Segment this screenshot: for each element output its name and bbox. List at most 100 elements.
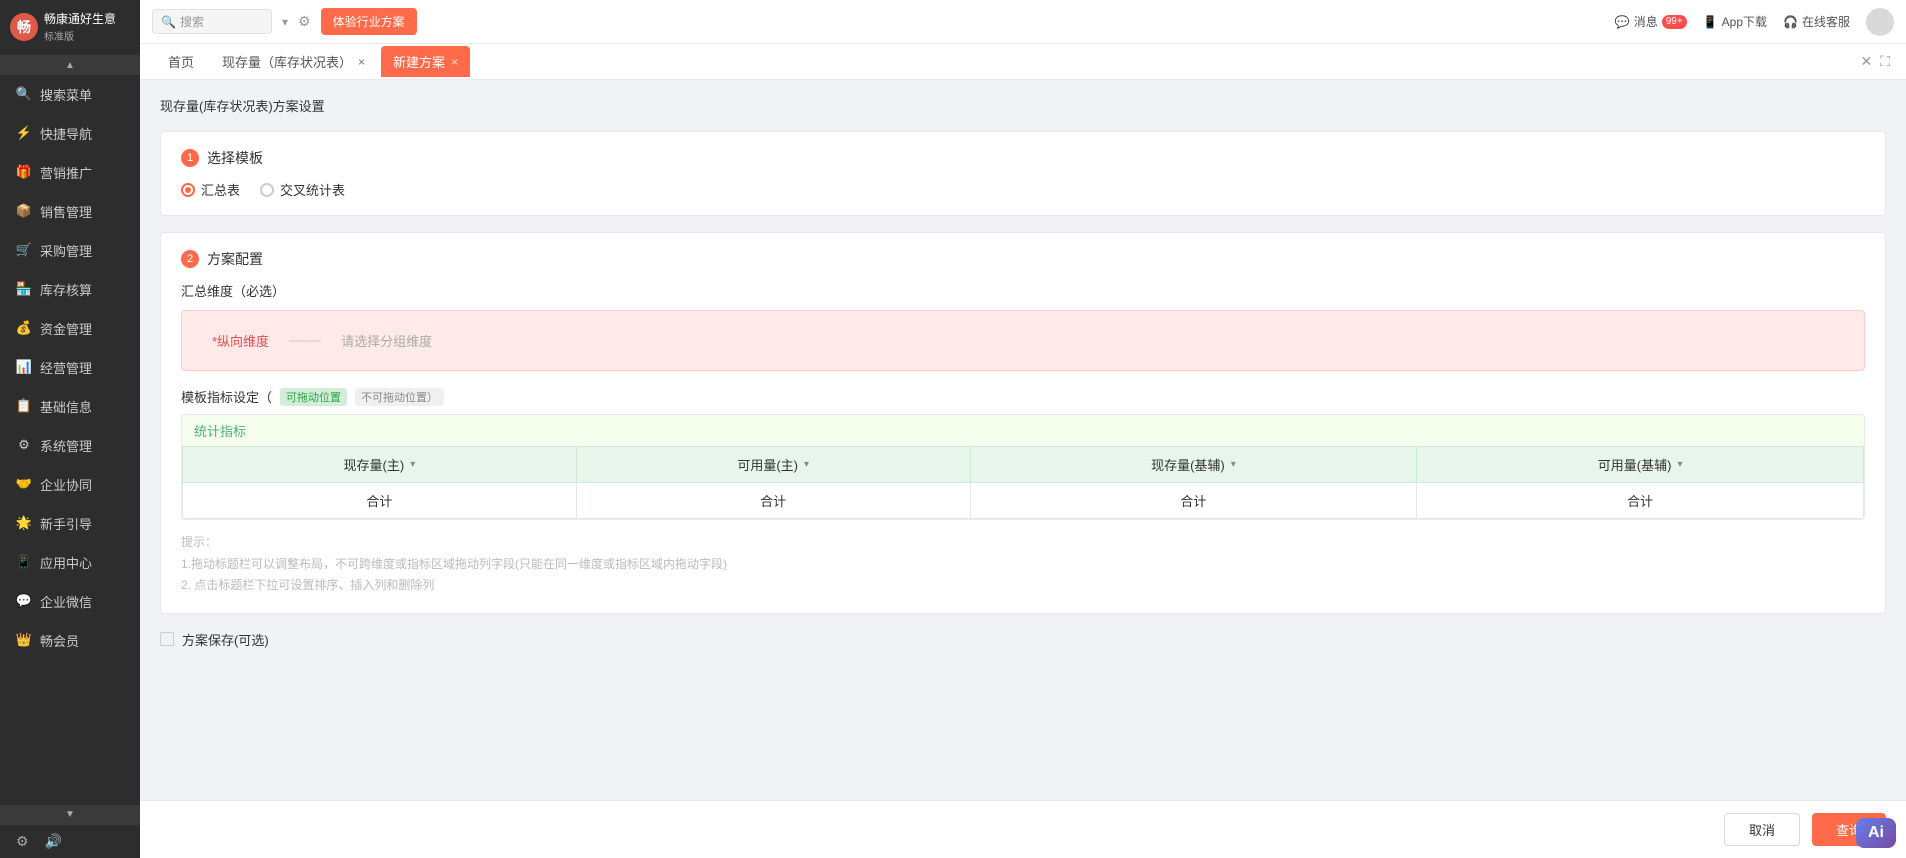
- cell-avail-main-sum: 合计: [576, 483, 970, 519]
- main-area: 🔍 搜索 ▾ ⚙ 体验行业方案 💬 消息 99+ 📱 App下载 🎧 在线客服 …: [140, 0, 1906, 858]
- sound-icon[interactable]: 🔊: [45, 833, 62, 850]
- tabbar-right-actions: ✕ ⛶: [1860, 53, 1890, 70]
- sidebar-item-label: 应用中心: [40, 553, 92, 572]
- sidebar-item-label: 资金管理: [40, 319, 92, 338]
- footer: 取消 查询: [140, 800, 1906, 858]
- sidebar-item-purchase[interactable]: 🛒 采购管理: [0, 231, 140, 270]
- col-avail-base-chevron: ▾: [1677, 459, 1682, 470]
- service-icon: 🎧: [1783, 15, 1798, 29]
- logo-icon: 畅: [10, 13, 38, 41]
- sidebar-item-label: 搜索菜单: [40, 85, 92, 104]
- sidebar-item-label: 畅会员: [40, 631, 79, 650]
- radio-cross[interactable]: 交叉统计表: [260, 180, 345, 199]
- tab-new-scheme-close[interactable]: ×: [451, 55, 458, 69]
- col-stock-base[interactable]: 现存量(基辅) ▾: [970, 447, 1417, 483]
- industry-btn[interactable]: 体验行业方案: [321, 8, 417, 35]
- member-icon: 👑: [16, 632, 32, 648]
- tab-inventory-close[interactable]: ×: [358, 55, 365, 69]
- sidebar-item-label: 基础信息: [40, 397, 92, 416]
- sidebar-item-quick-nav[interactable]: ⚡ 快捷导航: [0, 114, 140, 153]
- sidebar-item-label: 经营管理: [40, 358, 92, 377]
- tabbar: 首页 现存量（库存状况表） × 新建方案 × ✕ ⛶: [140, 44, 1906, 80]
- topbar-gear-icon[interactable]: ⚙: [298, 13, 311, 30]
- sidebar-logo: 畅 畅康通好生意 标准版: [0, 0, 140, 56]
- messages-label: 消息: [1634, 13, 1658, 30]
- step1-section: 1 选择模板 汇总表 交叉统计表: [160, 131, 1886, 216]
- app-download-button[interactable]: 📱 App下载: [1703, 13, 1767, 30]
- step2-title: 方案配置: [207, 249, 263, 269]
- sidebar-item-inventory[interactable]: 🏪 库存核算: [0, 270, 140, 309]
- customer-service-button[interactable]: 🎧 在线客服: [1783, 13, 1850, 30]
- drag-badge: 可拖动位置: [280, 388, 347, 406]
- sidebar-scroll-up[interactable]: ▲: [0, 56, 140, 75]
- basic-info-icon: 📋: [16, 398, 32, 414]
- dimension-placeholder: 请选择分组维度: [341, 331, 432, 350]
- step1-title: 选择模板: [207, 148, 263, 168]
- tips-section: 提示： 1.拖动标题栏可以调整布局，不可跨维度或指标区域拖动列字段(只能在同一维…: [181, 532, 1865, 597]
- marketing-icon: 🎁: [16, 164, 32, 180]
- sidebar-item-search-menu[interactable]: 🔍 搜索菜单: [0, 75, 140, 114]
- cell-stock-main-sum: 合计: [183, 483, 577, 519]
- search-icon: 🔍: [161, 15, 176, 29]
- stats-section: 统计指标 现存量(主) ▾: [181, 414, 1865, 520]
- sidebar: 畅 畅康通好生意 标准版 ▲ 🔍 搜索菜单 ⚡ 快捷导航 🎁 营销推广 📦 销售…: [0, 0, 140, 858]
- sidebar-item-label: 新手引导: [40, 514, 92, 533]
- tab-new-scheme[interactable]: 新建方案 ×: [381, 46, 470, 77]
- close-window-icon[interactable]: ✕: [1860, 53, 1872, 70]
- sidebar-item-finance[interactable]: 💰 资金管理: [0, 309, 140, 348]
- user-avatar[interactable]: [1866, 8, 1894, 36]
- no-drag-badge: 不可拖动位置）: [355, 388, 444, 406]
- tab-home[interactable]: 首页: [156, 46, 206, 77]
- tab-inventory-label: 现存量（库存状况表）: [222, 52, 352, 71]
- save-option-checkbox[interactable]: [160, 632, 174, 646]
- quick-nav-icon: ⚡: [16, 125, 32, 141]
- inventory-icon: 🏪: [16, 281, 32, 297]
- col-avail-main-label: 可用量(主): [737, 455, 798, 474]
- sidebar-item-label: 库存核算: [40, 280, 92, 299]
- col-stock-main[interactable]: 现存量(主) ▾: [183, 447, 577, 483]
- sidebar-item-guide[interactable]: 🌟 新手引导: [0, 504, 140, 543]
- messages-badge: 99+: [1662, 15, 1687, 29]
- sidebar-item-basic-info[interactable]: 📋 基础信息: [0, 387, 140, 426]
- sidebar-item-system[interactable]: ⚙ 系统管理: [0, 426, 140, 465]
- radio-cross-label: 交叉统计表: [280, 180, 345, 199]
- col-stock-main-chevron: ▾: [410, 459, 415, 470]
- sidebar-item-operations[interactable]: 📊 经营管理: [0, 348, 140, 387]
- radio-circle-summary: [181, 183, 195, 197]
- sidebar-item-app-center[interactable]: 📱 应用中心: [0, 543, 140, 582]
- topbar-dropdown-chevron[interactable]: ▾: [282, 15, 288, 29]
- sidebar-item-member[interactable]: 👑 畅会员: [0, 621, 140, 660]
- sidebar-item-sales[interactable]: 📦 销售管理: [0, 192, 140, 231]
- radio-circle-cross: [260, 183, 274, 197]
- topbar: 🔍 搜索 ▾ ⚙ 体验行业方案 💬 消息 99+ 📱 App下载 🎧 在线客服: [140, 0, 1906, 44]
- ai-badge[interactable]: Ai: [1856, 818, 1896, 848]
- tab-inventory-status[interactable]: 现存量（库存状况表） ×: [210, 46, 377, 77]
- col-avail-main[interactable]: 可用量(主) ▾: [576, 447, 970, 483]
- radio-summary[interactable]: 汇总表: [181, 180, 240, 199]
- dimension-required-mark: *纵向维度: [212, 331, 269, 350]
- stats-table: 现存量(主) ▾ 可用量(主) ▾: [182, 446, 1864, 519]
- finance-icon: 💰: [16, 320, 32, 336]
- tab-new-scheme-label: 新建方案: [393, 52, 445, 71]
- sidebar-scroll-down[interactable]: ▼: [0, 805, 140, 824]
- step2-badge: 2: [181, 250, 199, 268]
- indicator-settings: 模板指标设定（ 可拖动位置 不可拖动位置） 统计指标 现存量(主): [181, 387, 1865, 520]
- topbar-right: 💬 消息 99+ 📱 App下载 🎧 在线客服: [1615, 8, 1894, 36]
- expand-icon[interactable]: ⛶: [1880, 53, 1890, 70]
- dimension-box[interactable]: *纵向维度 —— 请选择分组维度: [181, 310, 1865, 371]
- col-stock-base-chevron: ▾: [1231, 459, 1236, 470]
- col-avail-base[interactable]: 可用量(基辅) ▾: [1417, 447, 1864, 483]
- sidebar-item-wechat[interactable]: 💬 企业微信: [0, 582, 140, 621]
- sidebar-item-enterprise[interactable]: 🤝 企业协同: [0, 465, 140, 504]
- stats-table-row: 合计 合计 合计 合计: [183, 483, 1864, 519]
- radio-summary-label: 汇总表: [201, 180, 240, 199]
- operations-icon: 📊: [16, 359, 32, 375]
- settings-icon[interactable]: ⚙: [16, 833, 29, 850]
- cell-avail-base-sum: 合计: [1417, 483, 1864, 519]
- sidebar-bottom: ⚙ 🔊: [0, 824, 140, 858]
- messages-button[interactable]: 💬 消息 99+: [1615, 13, 1687, 30]
- sidebar-item-label: 快捷导航: [40, 124, 92, 143]
- cancel-button[interactable]: 取消: [1724, 813, 1800, 846]
- sidebar-item-marketing[interactable]: 🎁 营销推广: [0, 153, 140, 192]
- app-center-icon: 📱: [16, 554, 32, 570]
